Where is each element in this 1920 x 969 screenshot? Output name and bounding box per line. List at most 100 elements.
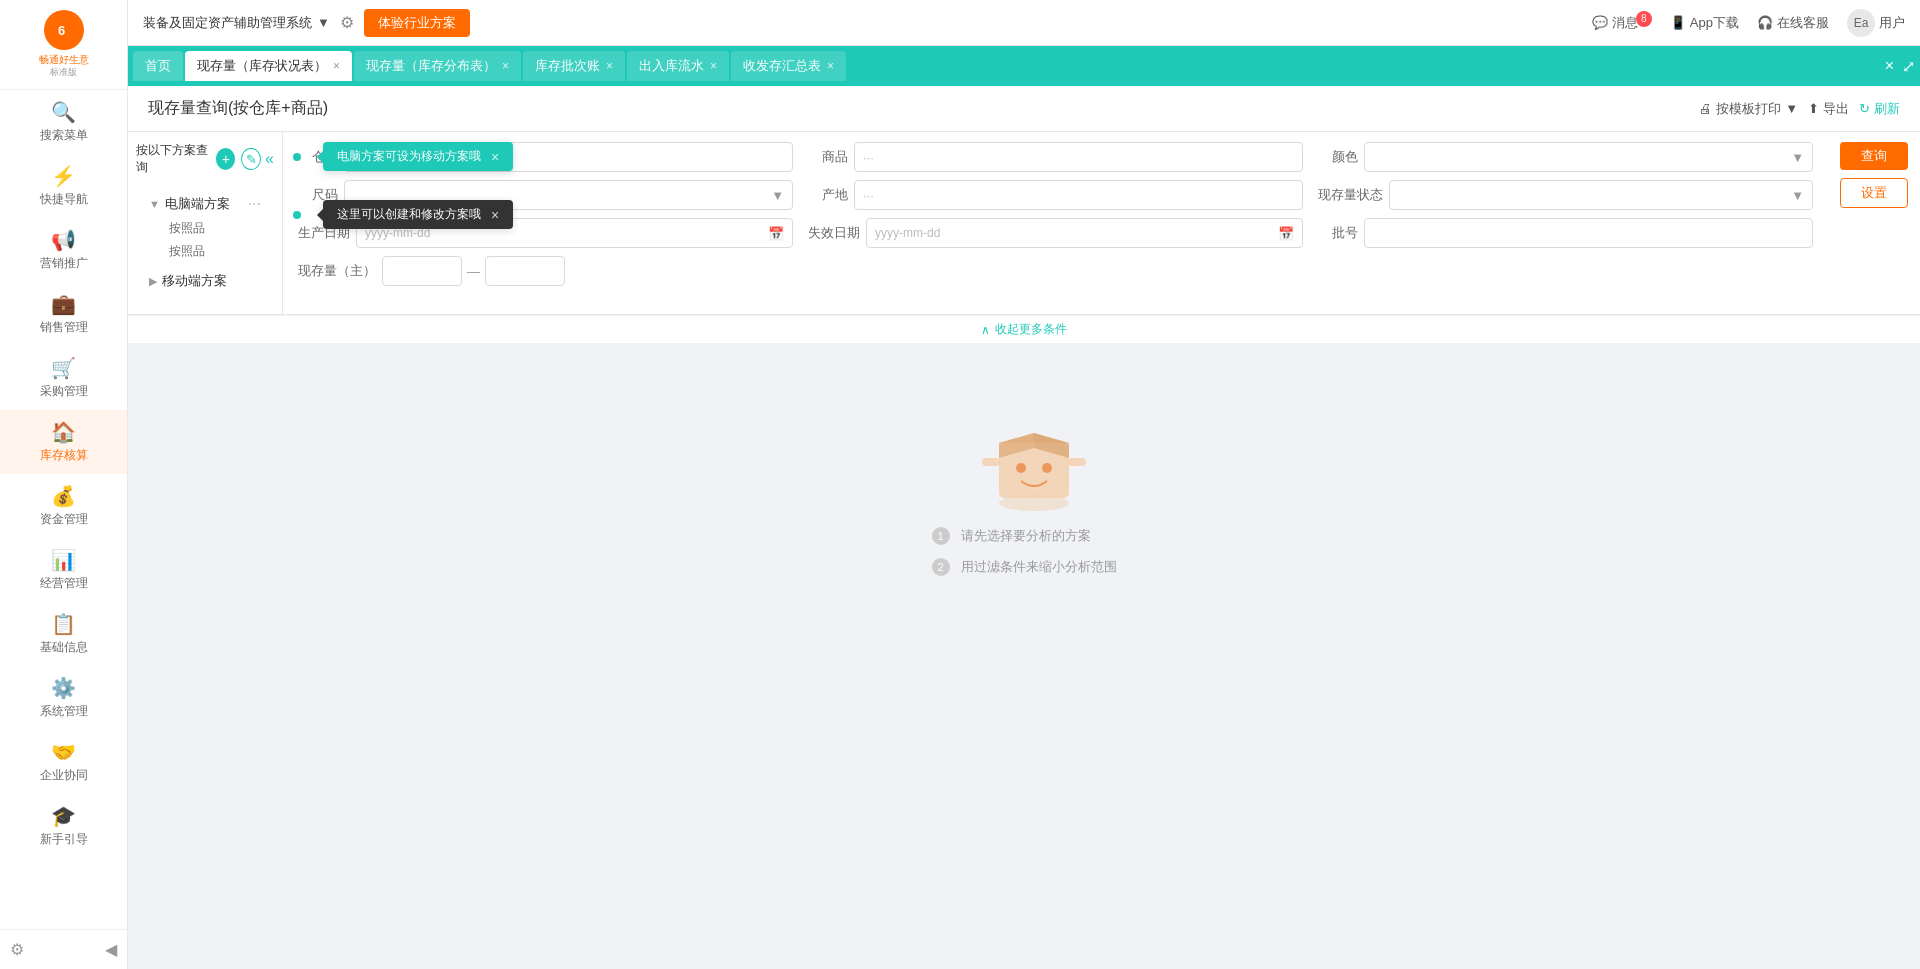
expire-date-label: 失效日期 bbox=[808, 224, 860, 242]
tab-batch-account-close[interactable]: × bbox=[606, 59, 613, 73]
sidebar-item-inventory[interactable]: 🏠 库存核算 bbox=[0, 410, 127, 474]
range-separator: — bbox=[467, 264, 480, 279]
collapse-sidebar-icon[interactable]: ◀ bbox=[105, 940, 117, 959]
empty-hint1: 1 请先选择要分析的方案 bbox=[932, 523, 1117, 549]
scheme-tree: ▼ 电脑端方案 ··· 按照品 按照品 ▶ 移动端方案 bbox=[136, 186, 274, 304]
sidebar-item-operations-label: 经营管理 bbox=[40, 575, 88, 592]
filter-field-stock-status: 现存量状态 ▼ bbox=[1318, 180, 1813, 210]
sidebar-item-enterprise[interactable]: 🤝 企业协同 bbox=[0, 730, 127, 794]
tab-batch-account[interactable]: 库存批次账 × bbox=[523, 51, 625, 81]
experience-button[interactable]: 体验行业方案 bbox=[364, 9, 470, 37]
sidebar: 6 畅通好生意 标准版 🔍 搜索菜单 ⚡ 快捷导航 📢 营销推广 💼 销售管理 … bbox=[0, 0, 128, 969]
batch-input[interactable] bbox=[1364, 218, 1813, 248]
hint1-num: 1 bbox=[932, 527, 950, 545]
tab-inout-flow[interactable]: 出入库流水 × bbox=[627, 51, 729, 81]
expire-date-calendar-icon: 📅 bbox=[1278, 226, 1294, 241]
sales-icon: 💼 bbox=[51, 292, 76, 316]
print-dropdown-icon: ▼ bbox=[1785, 101, 1798, 116]
empty-text-container: 1 请先选择要分析的方案 2 用过滤条件来缩小分析范围 bbox=[932, 523, 1117, 580]
sidebar-item-search-label: 搜索菜单 bbox=[40, 127, 88, 144]
empty-hint2: 2 用过滤条件来缩小分析范围 bbox=[932, 554, 1117, 580]
stock-status-select[interactable]: ▼ bbox=[1389, 180, 1813, 210]
tab-inventory-status[interactable]: 现存量（库存状况表） × bbox=[185, 51, 352, 81]
collapse-label: 收起更多条件 bbox=[995, 321, 1067, 338]
stock-qty-max[interactable] bbox=[485, 256, 565, 286]
sidebar-item-guide[interactable]: 🎓 新手引导 bbox=[0, 794, 127, 858]
scheme-mobile-toggle[interactable]: ▶ 移动端方案 bbox=[144, 268, 266, 294]
settings-bottom-icon[interactable]: ⚙ bbox=[10, 940, 24, 959]
scheme-child-2[interactable]: 按照品 bbox=[144, 240, 266, 263]
sidebar-item-finance-label: 资金管理 bbox=[40, 511, 88, 528]
tab-home[interactable]: 首页 bbox=[133, 51, 183, 81]
tab-inventory-dist[interactable]: 现存量（库存分布表） × bbox=[354, 51, 521, 81]
sidebar-item-marketing-label: 营销推广 bbox=[40, 255, 88, 272]
sidebar-item-system[interactable]: ⚙️ 系统管理 bbox=[0, 666, 127, 730]
sidebar-item-enterprise-label: 企业协同 bbox=[40, 767, 88, 784]
maximize-tab-btn[interactable]: ⤢ bbox=[1902, 57, 1915, 76]
tooltip2-close[interactable]: × bbox=[491, 207, 499, 223]
scheme-desktop-toggle[interactable]: ▼ 电脑端方案 ··· bbox=[144, 191, 266, 217]
arrow-right-icon: ▶ bbox=[149, 275, 157, 288]
origin-input[interactable]: ··· bbox=[854, 180, 1303, 210]
stock-qty-min[interactable] bbox=[382, 256, 462, 286]
enterprise-icon: 🤝 bbox=[51, 740, 76, 764]
tab-inventory-status-close[interactable]: × bbox=[333, 59, 340, 73]
sidebar-item-purchase[interactable]: 🛒 采购管理 bbox=[0, 346, 127, 410]
set-button[interactable]: 设置 bbox=[1840, 178, 1908, 208]
scheme-panel: 按以下方案查询 + ✎ « ▼ 电脑端方案 ··· bbox=[128, 132, 283, 314]
sidebar-item-operations[interactable]: 📊 经营管理 bbox=[0, 538, 127, 602]
color-select[interactable]: ▼ bbox=[1364, 142, 1813, 172]
tab-inventory-dist-close[interactable]: × bbox=[502, 59, 509, 73]
size-dropdown-icon: ▼ bbox=[771, 188, 784, 203]
tab-inout-flow-close[interactable]: × bbox=[710, 59, 717, 73]
tab-inventory-status-label: 现存量（库存状况表） bbox=[197, 57, 327, 75]
export-btn[interactable]: ⬆ 导出 bbox=[1808, 100, 1849, 118]
settings-icon[interactable]: ⚙ bbox=[340, 13, 354, 32]
expire-date-input[interactable]: yyyy-mm-dd 📅 bbox=[866, 218, 1303, 248]
edit-scheme-btn[interactable]: ✎ bbox=[241, 148, 261, 170]
tab-collect-summary[interactable]: 收发存汇总表 × bbox=[731, 51, 846, 81]
filter-row-1: 仓库 ··· 商品 ··· 颜色 bbox=[298, 142, 1813, 172]
avatar: Ea bbox=[1847, 9, 1875, 37]
message-item[interactable]: 💬 消息 8 bbox=[1592, 14, 1652, 32]
content-area: 现存量查询(按仓库+商品) 🖨 按模板打印 ▼ ⬆ 导出 ↻ 刷新 bbox=[128, 86, 1920, 969]
sidebar-item-basic[interactable]: 📋 基础信息 bbox=[0, 602, 127, 666]
filter-field-expire-date: 失效日期 yyyy-mm-dd 📅 bbox=[808, 218, 1303, 248]
online-service-item[interactable]: 🎧 在线客服 bbox=[1757, 14, 1829, 32]
arrow-down-icon: ▼ bbox=[149, 198, 160, 210]
add-scheme-btn[interactable]: + bbox=[216, 148, 235, 170]
filter-field-product: 商品 ··· bbox=[808, 142, 1303, 172]
sidebar-bottom: ⚙ ◀ bbox=[0, 929, 127, 969]
dropdown-icon: ▼ bbox=[317, 15, 330, 30]
refresh-btn[interactable]: ↻ 刷新 bbox=[1859, 100, 1900, 118]
message-badge: 8 bbox=[1636, 11, 1652, 27]
search-button[interactable]: 查询 bbox=[1840, 142, 1908, 170]
filter-field-stock-qty: 现存量（主） — bbox=[298, 256, 798, 286]
close-all-tab-btn[interactable]: × bbox=[1885, 57, 1894, 76]
scheme-child-1[interactable]: 按照品 bbox=[144, 217, 266, 240]
sidebar-item-quicknav[interactable]: ⚡ 快捷导航 bbox=[0, 154, 127, 218]
user-item[interactable]: Ea 用户 bbox=[1847, 9, 1905, 37]
sidebar-item-search[interactable]: 🔍 搜索菜单 bbox=[0, 90, 127, 154]
print-template-btn[interactable]: 🖨 按模板打印 ▼ bbox=[1699, 100, 1798, 118]
action-buttons: 查询 设置 bbox=[1828, 132, 1920, 314]
product-label: 商品 bbox=[808, 148, 848, 166]
sidebar-item-marketing[interactable]: 📢 营销推广 bbox=[0, 218, 127, 282]
scheme-section-desktop: ▼ 电脑端方案 ··· 按照品 按照品 bbox=[144, 191, 266, 263]
logo-area: 6 畅通好生意 标准版 bbox=[0, 0, 127, 90]
sidebar-item-sales[interactable]: 💼 销售管理 bbox=[0, 282, 127, 346]
desktop-scheme-dots[interactable]: ··· bbox=[248, 195, 261, 213]
topbar: 装备及固定资产辅助管理系统 ▼ ⚙ 体验行业方案 💬 消息 8 📱 App下载 … bbox=[128, 0, 1920, 46]
collapse-bar[interactable]: ∧ 收起更多条件 bbox=[128, 315, 1920, 343]
arrow-left-btn[interactable]: « bbox=[265, 150, 274, 168]
logo-badge: 标准版 bbox=[50, 66, 77, 79]
page-actions: 🖨 按模板打印 ▼ ⬆ 导出 ↻ 刷新 bbox=[1699, 100, 1900, 118]
sidebar-item-finance[interactable]: 💰 资金管理 bbox=[0, 474, 127, 538]
tooltip1-close[interactable]: × bbox=[491, 149, 499, 165]
product-input[interactable]: ··· bbox=[854, 142, 1303, 172]
tab-batch-account-label: 库存批次账 bbox=[535, 57, 600, 75]
svg-rect-6 bbox=[982, 458, 1000, 466]
system-selector[interactable]: 装备及固定资产辅助管理系统 ▼ bbox=[143, 14, 330, 32]
tab-collect-summary-close[interactable]: × bbox=[827, 59, 834, 73]
app-download-item[interactable]: 📱 App下载 bbox=[1670, 14, 1739, 32]
